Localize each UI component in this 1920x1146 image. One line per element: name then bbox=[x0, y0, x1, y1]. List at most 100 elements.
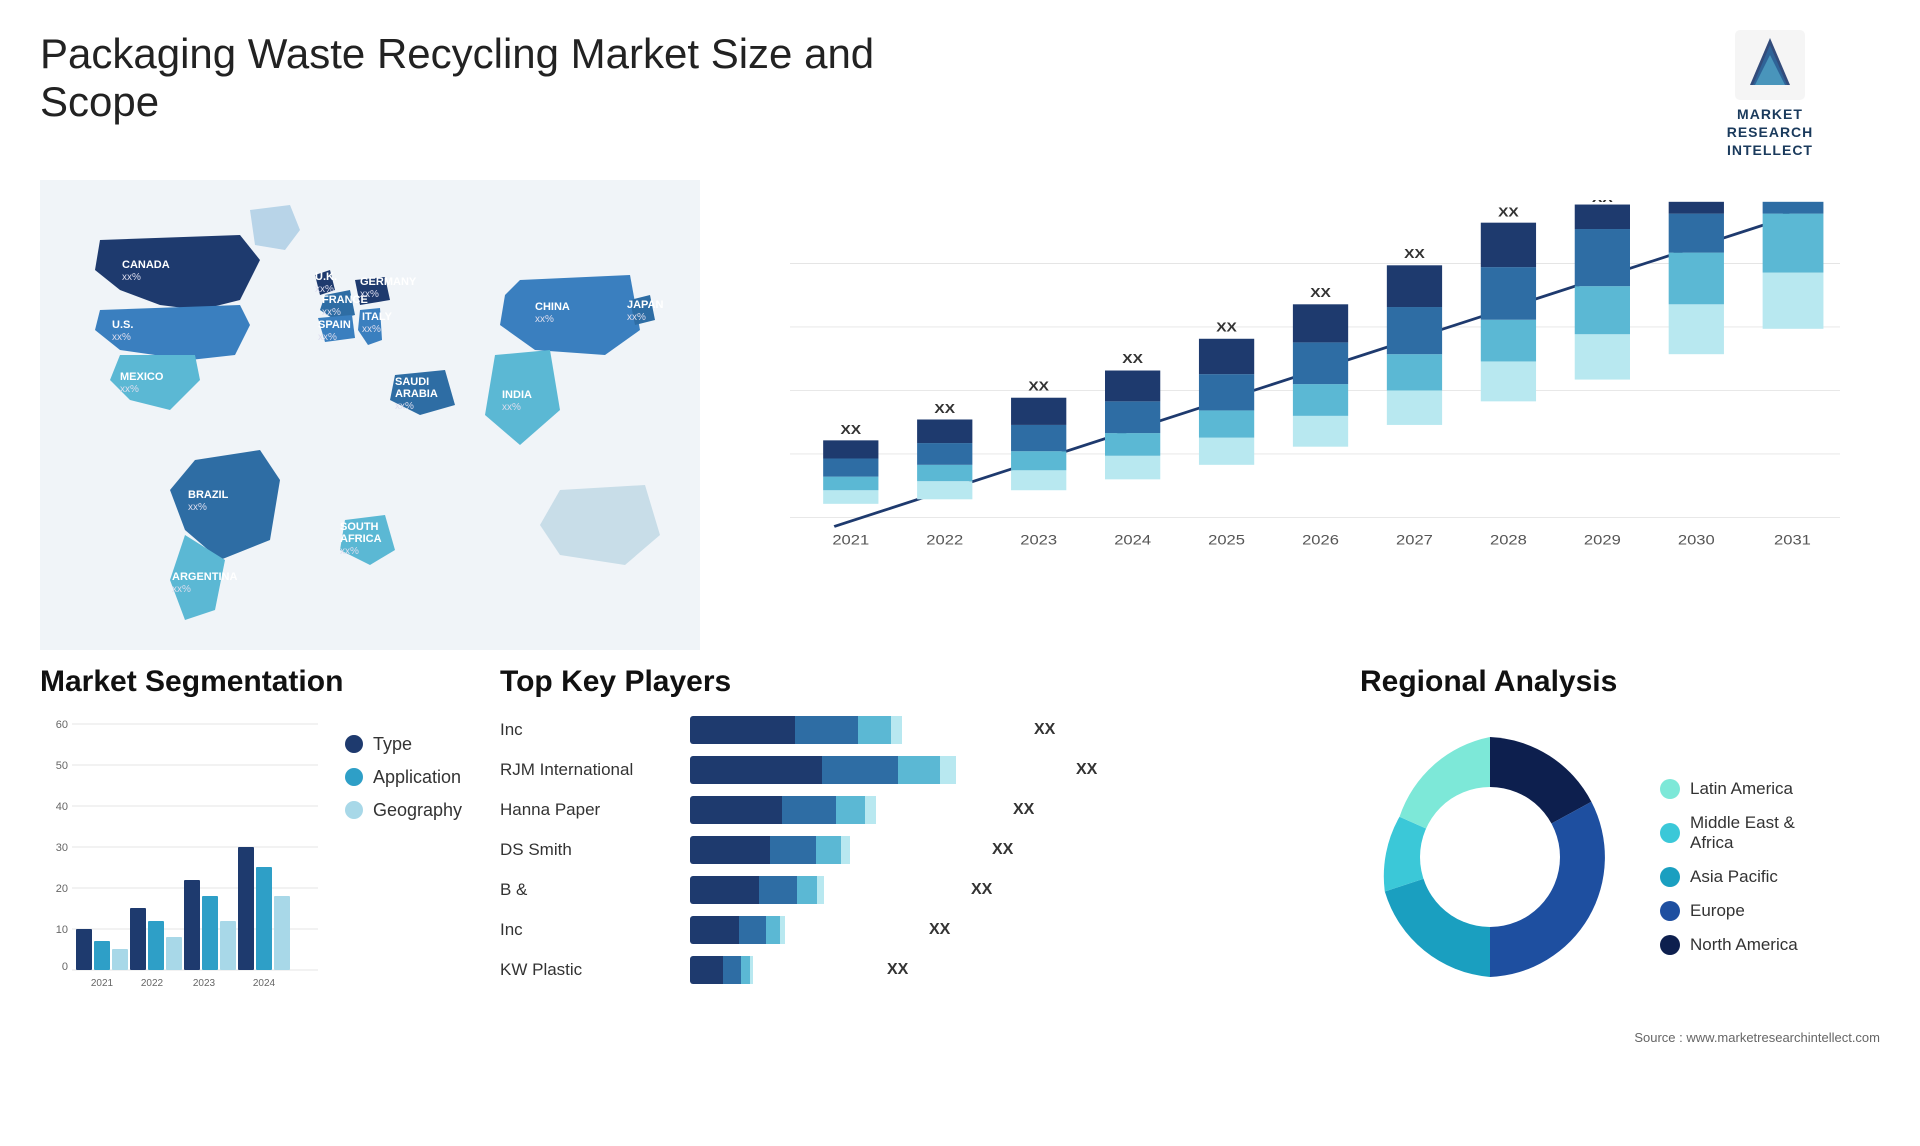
north-america-label: North America bbox=[1690, 935, 1798, 955]
segmentation-title: Market Segmentation bbox=[40, 665, 470, 699]
bar-seg3 bbox=[741, 956, 750, 984]
bar-seg3 bbox=[816, 836, 841, 864]
player-bar: XX bbox=[690, 714, 1330, 746]
player-row: Inc XX bbox=[500, 914, 1330, 946]
player-bar: XX bbox=[690, 874, 1330, 906]
player-row: RJM International XX bbox=[500, 754, 1330, 786]
svg-text:xx%: xx% bbox=[120, 384, 139, 395]
svg-text:2023: 2023 bbox=[1020, 533, 1057, 548]
reg-legend-north-america: North America bbox=[1660, 935, 1798, 955]
player-xx: XX bbox=[992, 841, 1013, 859]
bar-seg3 bbox=[898, 756, 940, 784]
svg-text:10: 10 bbox=[56, 924, 68, 936]
svg-text:XX: XX bbox=[1592, 200, 1613, 205]
reg-legend-europe: Europe bbox=[1660, 901, 1798, 921]
svg-text:2028: 2028 bbox=[1490, 533, 1527, 548]
app-dot bbox=[345, 768, 363, 786]
svg-text:ARGENTINA: ARGENTINA bbox=[172, 571, 237, 583]
page-container: Packaging Waste Recycling Market Size an… bbox=[0, 0, 1920, 1146]
seg-legend: Type Application Geography bbox=[335, 714, 462, 851]
svg-text:XX: XX bbox=[1686, 200, 1707, 201]
bar-chart-container: XX 2021 XX 2022 XX bbox=[790, 200, 1840, 590]
player-bar: XX bbox=[690, 754, 1330, 786]
bar-seg1 bbox=[690, 876, 759, 904]
bar-seg4 bbox=[750, 956, 753, 984]
player-xx: XX bbox=[1013, 801, 1034, 819]
svg-text:xx%: xx% bbox=[188, 502, 207, 513]
seg-svg: 60 50 40 30 20 10 0 bbox=[40, 714, 320, 1014]
seg-chart-wrapper: 60 50 40 30 20 10 0 bbox=[40, 714, 320, 1014]
bar-seg2 bbox=[782, 796, 836, 824]
svg-text:xx%: xx% bbox=[322, 307, 341, 318]
asia-label: Asia Pacific bbox=[1690, 867, 1778, 887]
svg-text:INDIA: INDIA bbox=[502, 389, 532, 401]
bar-seg3 bbox=[797, 876, 817, 904]
page-title: Packaging Waste Recycling Market Size an… bbox=[40, 30, 940, 126]
bar-chart-section: XX 2021 XX 2022 XX bbox=[720, 180, 1880, 650]
reg-legend-mea: Middle East &Africa bbox=[1660, 813, 1798, 853]
reg-legend-latin: Latin America bbox=[1660, 779, 1798, 799]
svg-text:XX: XX bbox=[934, 401, 955, 415]
latin-color bbox=[1660, 779, 1680, 799]
player-bar-segments bbox=[690, 956, 879, 984]
bar-seg2 bbox=[795, 716, 858, 744]
player-bar-segments bbox=[690, 916, 921, 944]
bar-seg2 bbox=[723, 956, 741, 984]
bar-seg2 bbox=[759, 876, 797, 904]
svg-text:xx%: xx% bbox=[395, 401, 414, 412]
legend-application: Application bbox=[345, 767, 462, 788]
svg-text:U.K.: U.K. bbox=[315, 271, 337, 283]
player-name: Inc bbox=[500, 920, 680, 940]
logo-icon bbox=[1735, 30, 1805, 100]
svg-text:AFRICA: AFRICA bbox=[340, 533, 382, 545]
legend-geo-label: Geography bbox=[373, 800, 462, 821]
svg-text:40: 40 bbox=[56, 801, 68, 813]
player-bar-segments bbox=[690, 836, 984, 864]
svg-text:2026: 2026 bbox=[1302, 533, 1339, 548]
player-xx: XX bbox=[1034, 721, 1055, 739]
europe-label: Europe bbox=[1690, 901, 1745, 921]
player-xx: XX bbox=[1076, 761, 1097, 779]
svg-text:XX: XX bbox=[1404, 246, 1425, 260]
world-map-svg: CANADA xx% U.S. xx% MEXICO xx% BRAZIL xx… bbox=[40, 180, 700, 650]
mea-color bbox=[1660, 823, 1680, 843]
bar-seg1 bbox=[690, 916, 739, 944]
svg-text:XX: XX bbox=[840, 422, 861, 436]
bar-seg2 bbox=[739, 916, 766, 944]
regional-section: Regional Analysis bbox=[1360, 665, 1880, 1045]
svg-text:xx%: xx% bbox=[362, 324, 381, 335]
svg-text:2024: 2024 bbox=[1114, 533, 1151, 548]
svg-text:XX: XX bbox=[1028, 378, 1049, 392]
svg-text:2021: 2021 bbox=[832, 533, 869, 548]
svg-text:ARABIA: ARABIA bbox=[395, 388, 438, 400]
bar-seg3 bbox=[766, 916, 780, 944]
bar-seg2 bbox=[822, 756, 898, 784]
player-xx: XX bbox=[929, 921, 950, 939]
svg-text:SPAIN: SPAIN bbox=[318, 319, 351, 331]
segmentation-section: Market Segmentation 60 50 40 30 20 10 0 bbox=[40, 665, 470, 1045]
regional-content: Latin America Middle East &Africa Asia P… bbox=[1360, 714, 1880, 1020]
svg-text:30: 30 bbox=[56, 842, 68, 854]
player-name: DS Smith bbox=[500, 840, 680, 860]
bar-seg4 bbox=[817, 876, 824, 904]
svg-text:SAUDI: SAUDI bbox=[395, 376, 429, 388]
svg-text:2027: 2027 bbox=[1396, 533, 1433, 548]
player-name: Inc bbox=[500, 720, 680, 740]
svg-text:JAPAN: JAPAN bbox=[627, 299, 664, 311]
player-name: RJM International bbox=[500, 760, 680, 780]
player-name: KW Plastic bbox=[500, 960, 680, 980]
europe-color bbox=[1660, 901, 1680, 921]
bar-seg4 bbox=[865, 796, 876, 824]
bar-seg4 bbox=[891, 716, 902, 744]
svg-text:xx%: xx% bbox=[502, 402, 521, 413]
player-bar-segments bbox=[690, 756, 1068, 784]
svg-text:2024: 2024 bbox=[253, 978, 276, 989]
svg-text:xx%: xx% bbox=[172, 584, 191, 595]
map-section: CANADA xx% U.S. xx% MEXICO xx% BRAZIL xx… bbox=[40, 180, 700, 650]
svg-text:xx%: xx% bbox=[360, 289, 379, 300]
bar-seg1 bbox=[690, 956, 723, 984]
players-title: Top Key Players bbox=[500, 665, 1330, 699]
type-dot bbox=[345, 735, 363, 753]
legend-app-label: Application bbox=[373, 767, 461, 788]
player-bar-segments bbox=[690, 716, 1026, 744]
